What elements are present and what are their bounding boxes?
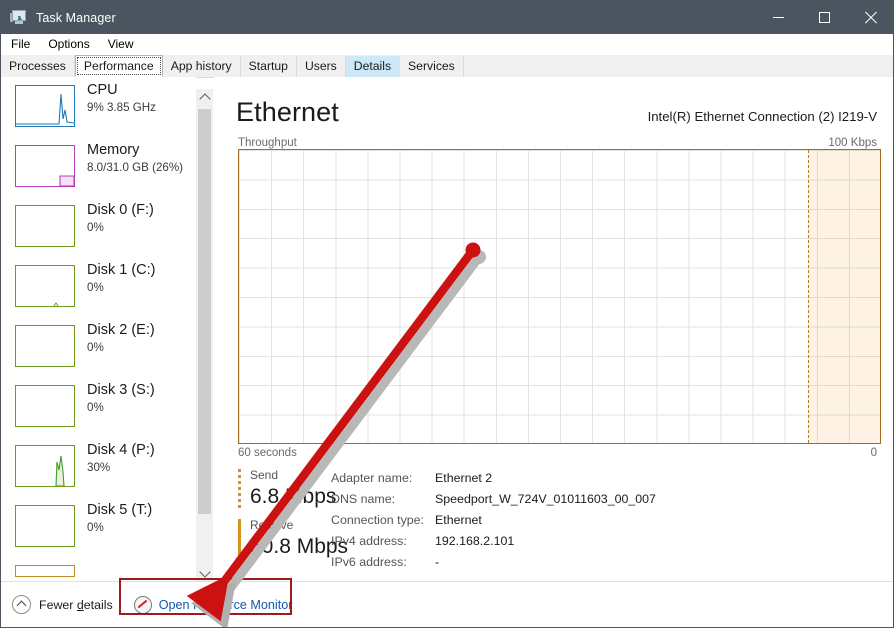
chevron-down-icon[interactable]	[196, 565, 213, 582]
sidebar-item-label: CPU	[87, 82, 118, 98]
detail-value: Ethernet	[435, 513, 482, 527]
sidebar-item-sub: 0%	[87, 521, 104, 534]
disk-5-thumbnail-graph	[15, 505, 75, 547]
tab-strip: Processes Performance App history Startu…	[1, 55, 893, 78]
menu-item-options[interactable]: Options	[39, 34, 98, 55]
disk-2-thumbnail-graph	[15, 325, 75, 367]
detail-key: Adapter name:	[331, 471, 413, 485]
sidebar-item-label: Memory	[87, 142, 140, 158]
sidebar-item-sub: 0%	[87, 401, 104, 414]
window-title: Task Manager	[36, 10, 116, 25]
performance-detail-panel: Ethernet Intel(R) Ethernet Connection (2…	[214, 77, 893, 582]
window-controls	[755, 1, 893, 34]
chart-highlight-region	[808, 150, 880, 443]
adapter-details: Adapter name: Ethernet 2 DNS name: Speed…	[331, 468, 656, 573]
disk-4-thumbnail-graph	[15, 445, 75, 487]
close-button[interactable]	[847, 1, 893, 34]
tab-performance[interactable]: Performance	[74, 55, 163, 77]
resource-list: CPU 9% 3.85 GHz Memory 8.0/31.0 GB (26%)…	[1, 77, 196, 582]
tab-details[interactable]: Details	[345, 56, 401, 77]
detail-row: DNS name: Speedport_W_724V_01011603_00_0…	[331, 489, 656, 510]
disk-3-thumbnail-graph	[15, 385, 75, 427]
maximize-button[interactable]	[801, 1, 847, 34]
cpu-thumbnail-graph	[15, 85, 75, 127]
detail-value: 192.168.2.101	[435, 534, 515, 548]
detail-row: IPv4 address: 192.168.2.101	[331, 531, 656, 552]
sidebar-item-disk-2[interactable]: Disk 2 (E:) 0%	[1, 322, 196, 383]
memory-thumbnail-graph	[15, 145, 75, 187]
chevron-up-circle-icon	[12, 595, 31, 614]
tab-processes[interactable]: Processes	[1, 56, 75, 77]
sidebar-item-disk-0[interactable]: Disk 0 (F:) 0%	[1, 202, 196, 263]
chevron-up-icon[interactable]	[196, 89, 213, 106]
sidebar-item-disk-4[interactable]: Disk 4 (P:) 30%	[1, 442, 196, 503]
axis-label-right: 0	[870, 447, 877, 459]
title-bar: Task Manager	[1, 1, 893, 34]
sidebar-item-label: Disk 1 (C:)	[87, 262, 156, 278]
sidebar-scrollbar[interactable]	[196, 89, 213, 582]
sidebar-item-label: Disk 3 (S:)	[87, 382, 155, 398]
open-resource-monitor-button[interactable]: Open Resource Monitor	[125, 589, 308, 621]
adapter-model: Intel(R) Ethernet Connection (2) I219-V	[647, 109, 877, 124]
task-manager-window: Task Manager File Options View Processes…	[0, 0, 894, 628]
sidebar-item-sub: 30%	[87, 461, 111, 474]
tab-services[interactable]: Services	[400, 56, 464, 77]
fewer-details-button[interactable]: Fewer details	[12, 595, 113, 614]
scrollbar-thumb[interactable]	[198, 109, 211, 514]
detail-value: -	[435, 555, 440, 569]
sidebar-item-label: Disk 2 (E:)	[87, 322, 155, 338]
sidebar-item-label: Disk 0 (F:)	[87, 202, 154, 218]
resource-monitor-icon	[133, 595, 152, 614]
sidebar-item-disk-3[interactable]: Disk 3 (S:) 0%	[1, 382, 196, 443]
sidebar-item-sub: 0%	[87, 341, 104, 354]
menu-item-file[interactable]: File	[1, 34, 39, 55]
page-title: Ethernet	[236, 97, 339, 127]
sidebar-item-sub: 0%	[87, 281, 104, 294]
throughput-chart	[238, 149, 881, 444]
detail-row: IPv6 address: -	[331, 552, 656, 573]
detail-key: IPv6 address:	[331, 555, 407, 569]
detail-key: Connection type:	[331, 513, 424, 527]
tab-users[interactable]: Users	[296, 56, 346, 77]
sidebar-item-cpu[interactable]: CPU 9% 3.85 GHz	[1, 82, 196, 143]
sidebar-item-sub: 8.0/31.0 GB (26%)	[87, 161, 184, 174]
fewer-details-label: Fewer details	[39, 597, 113, 612]
detail-row: Adapter name: Ethernet 2	[331, 468, 656, 489]
sidebar-item-label: Disk 4 (P:)	[87, 442, 155, 458]
minimize-button[interactable]	[755, 1, 801, 34]
task-manager-icon	[10, 9, 28, 26]
detail-value: Speedport_W_724V_01011603_00_007	[435, 492, 656, 506]
sidebar-item-label: Disk 5 (T:)	[87, 502, 153, 518]
menu-bar: File Options View	[1, 34, 893, 55]
sidebar-item-memory[interactable]: Memory 8.0/31.0 GB (26%)	[1, 142, 196, 203]
sidebar-item-sub: 9% 3.85 GHz	[87, 101, 156, 114]
open-resource-monitor-label: Open Resource Monitor	[158, 597, 293, 612]
status-bar: Fewer details Open Resource Monitor	[1, 577, 893, 627]
open-resource-monitor-wrapper: Open Resource Monitor	[118, 577, 308, 621]
detail-value: Ethernet 2	[435, 471, 493, 485]
sidebar-item-sub: 0%	[87, 221, 104, 234]
sidebar-item-ethernet-partial[interactable]	[1, 563, 196, 582]
send-marker-icon	[238, 469, 241, 511]
receive-marker-icon	[238, 519, 241, 561]
detail-key: IPv4 address:	[331, 534, 407, 548]
sidebar-item-disk-1[interactable]: Disk 1 (C:) 0%	[1, 262, 196, 323]
sidebar-item-disk-5[interactable]: Disk 5 (T:) 0%	[1, 502, 196, 563]
disk-1-thumbnail-graph	[15, 265, 75, 307]
graph-scale-max: 100 Kbps	[828, 137, 877, 149]
axis-label-left: 60 seconds	[238, 447, 297, 459]
tab-startup[interactable]: Startup	[240, 56, 297, 77]
ethernet-thumbnail-graph	[15, 565, 75, 577]
graph-label: Throughput	[238, 137, 297, 149]
tab-app-history[interactable]: App history	[162, 56, 241, 77]
detail-key: DNS name:	[331, 492, 396, 506]
disk-0-thumbnail-graph	[15, 205, 75, 247]
detail-row: Connection type: Ethernet	[331, 510, 656, 531]
menu-item-view[interactable]: View	[99, 34, 143, 55]
